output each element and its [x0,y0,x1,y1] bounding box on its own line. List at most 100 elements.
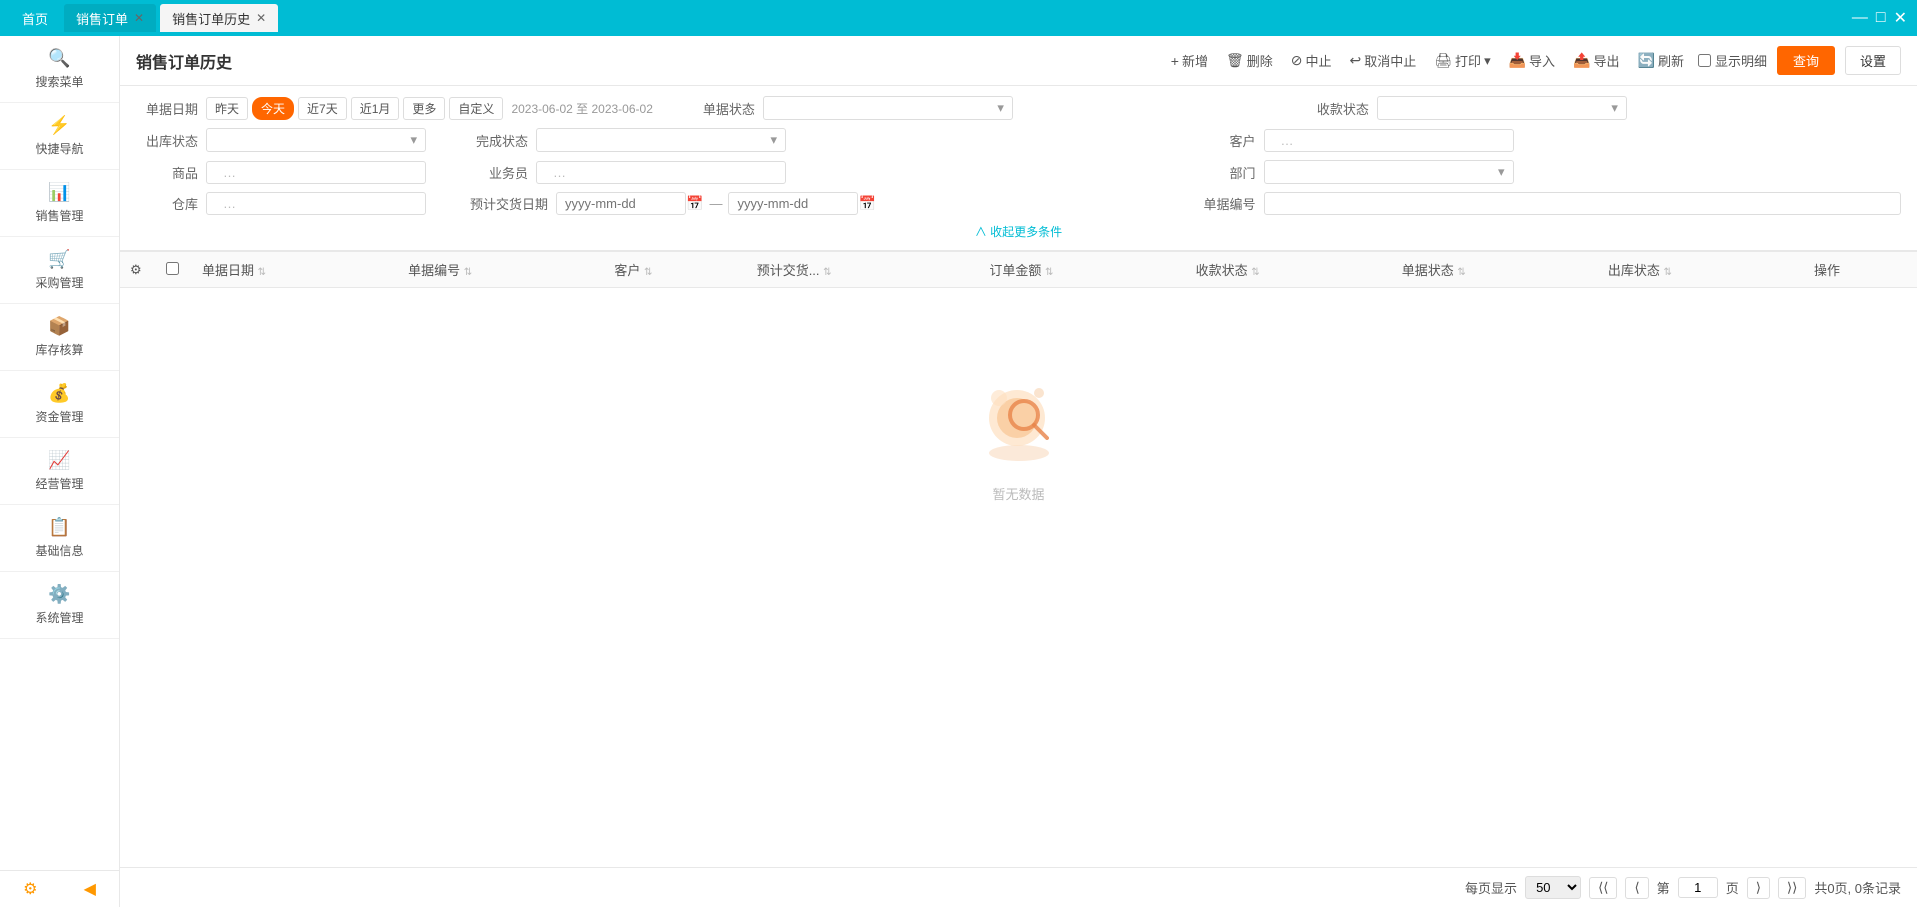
col-order-amount-sort-icon[interactable]: ⇅ [1045,267,1053,278]
col-customer-sort-icon[interactable]: ⇅ [644,267,652,278]
collapse-filters-bar[interactable]: ∧ 收起更多条件 [136,223,1901,240]
current-page-input[interactable] [1678,877,1718,898]
sidebar-item-system-mgmt[interactable]: ⚙️ 系统管理 [0,572,119,639]
date-btn-7days[interactable]: 近7天 [298,97,347,120]
col-doc-status: 单据状态 ⇅ [1392,252,1598,288]
sidebar-settings-button[interactable]: ⚙ [23,879,37,899]
col-out-status-sort-icon[interactable]: ⇅ [1664,267,1672,278]
delivery-date-separator: — [703,196,728,211]
delivery-date-end-input[interactable] [728,192,858,215]
doc-status-select[interactable]: ▾ [763,96,1013,120]
sidebar-label-purchase-mgmt: 采购管理 [35,274,83,291]
settings-button[interactable]: 设置 [1845,46,1901,75]
col-settings[interactable]: ⚙ [120,252,156,288]
doc-no-input[interactable] [1264,192,1902,215]
sales-order-history-tab[interactable]: 销售订单历史 ✕ [160,4,278,32]
filter-area: 单据日期 昨天 今天 近7天 近1月 更多 自定义 2023-06-02 至 2… [120,86,1917,251]
pagination-bar: 每页显示 10 20 50 100 ⟨⟨ ⟨ 第 页 ⟩ ⟩⟩ 共0页, 0条记… [120,867,1917,907]
empty-state: 暂无数据 [120,288,1917,583]
sidebar-item-quick-nav[interactable]: ⚡ 快捷导航 [0,103,119,170]
page-header: 销售订单历史 + 新增 🗑 删除 ⊘ 中止 ↩ 取消中止 [120,36,1917,86]
display-details-checkbox[interactable] [1698,54,1711,67]
query-button[interactable]: 查询 [1777,46,1835,75]
date-btn-1month[interactable]: 近1月 [351,97,400,120]
home-tab[interactable]: 首页 [10,5,60,32]
delete-icon: 🗑 [1226,52,1244,69]
col-receipt-status: 收款状态 ⇅ [1186,252,1392,288]
dept-select[interactable]: ▾ [1264,160,1514,184]
date-btn-yesterday[interactable]: 昨天 [206,97,248,120]
col-doc-no-sort-icon[interactable]: ⇅ [464,267,472,278]
first-page-button[interactable]: ⟨⟨ [1589,877,1617,899]
last-page-button[interactable]: ⟩⟩ [1778,877,1806,899]
per-page-select[interactable]: 10 20 50 100 [1525,876,1581,899]
date-btn-today[interactable]: 今天 [252,97,294,120]
display-details-checkbox-label[interactable]: 显示明细 [1698,51,1767,70]
prev-page-button[interactable]: ⟨ [1625,877,1648,899]
refresh-button[interactable]: 🔄 刷新 [1634,49,1688,72]
col-doc-date-label: 单据日期 [202,263,254,278]
export-button[interactable]: 📤 导出 [1569,49,1623,72]
goods-more-icon[interactable]: … [223,165,236,180]
out-status-select[interactable]: ▾ [206,128,426,152]
sidebar-item-finance[interactable]: 💰 资金管理 [0,371,119,438]
delivery-date-start-calendar-icon[interactable]: 📅 [686,195,703,212]
sales-order-history-tab-close[interactable]: ✕ [256,11,266,25]
refresh-label: 刷新 [1658,51,1684,70]
salesperson-select[interactable]: … [536,161,786,184]
purchase-mgmt-icon: 🛒 [48,249,70,270]
close-button[interactable]: ✕ [1894,8,1907,28]
new-label: 新增 [1182,51,1208,70]
complete-status-select[interactable]: ▾ [536,128,786,152]
sidebar-item-purchase-mgmt[interactable]: 🛒 采购管理 [0,237,119,304]
select-all-checkbox[interactable] [166,262,179,275]
filter-row-3: 商品 … 业务员 … 部门 ▾ [136,160,1901,184]
col-est-delivery-sort-icon[interactable]: ⇅ [823,267,831,278]
date-btn-custom[interactable]: 自定义 [449,97,503,120]
goods-select[interactable]: … [206,161,426,184]
content-area: 销售订单历史 + 新增 🗑 删除 ⊘ 中止 ↩ 取消中止 [120,36,1917,907]
delete-button[interactable]: 🗑 删除 [1222,49,1277,72]
sidebar-collapse-button[interactable]: ◀ [84,879,96,899]
delivery-date-end-calendar-icon[interactable]: 📅 [858,195,875,212]
new-button[interactable]: + 新增 [1167,49,1212,72]
sidebar-bottom: ⚙ ◀ [0,870,119,907]
search-menu-icon: 🔍 [48,48,70,69]
sidebar-item-basic-info[interactable]: 📋 基础信息 [0,505,119,572]
col-check[interactable] [156,252,192,288]
maximize-button[interactable]: □ [1876,9,1886,27]
col-doc-date-sort-icon[interactable]: ⇅ [258,267,266,278]
print-button[interactable]: 🖨 打印 ▾ [1430,49,1494,72]
col-receipt-status-sort-icon[interactable]: ⇅ [1251,267,1259,278]
print-arrow-icon: ▾ [1484,53,1491,69]
warehouse-select[interactable]: … [206,192,426,215]
col-out-status: 出库状态 ⇅ [1598,252,1804,288]
export-icon: 📤 [1573,52,1590,69]
sidebar-item-sales-mgmt[interactable]: 📊 销售管理 [0,170,119,237]
minimize-button[interactable]: — [1852,9,1868,27]
stop-button[interactable]: ⊘ 中止 [1287,49,1336,72]
sidebar-item-operations[interactable]: 📈 经营管理 [0,438,119,505]
import-button[interactable]: 📥 导入 [1505,49,1559,72]
col-doc-status-sort-icon[interactable]: ⇅ [1457,267,1465,278]
delivery-date-start-input[interactable] [556,192,686,215]
cancel-stop-button[interactable]: ↩ 取消中止 [1346,49,1421,72]
sales-order-tab-close[interactable]: ✕ [134,11,144,25]
sales-order-tab[interactable]: 销售订单 ✕ [64,4,156,32]
customer-select[interactable]: … [1264,129,1514,152]
warehouse-more-icon[interactable]: … [223,196,236,211]
total-records-text: 共0页, 0条记录 [1814,878,1901,897]
next-page-button[interactable]: ⟩ [1747,877,1770,899]
per-page-label: 每页显示 [1465,878,1517,897]
filter-row-2: 出库状态 ▾ 完成状态 ▾ 客户 … [136,128,1901,152]
sidebar-item-search-menu[interactable]: 🔍 搜索菜单 [0,36,119,103]
sidebar-label-basic-info: 基础信息 [35,542,83,559]
sidebar: 🔍 搜索菜单 ⚡ 快捷导航 📊 销售管理 🛒 采购管理 📦 库存核算 💰 资金管… [0,36,120,907]
customer-more-icon[interactable]: … [1281,133,1294,148]
finance-icon: 💰 [48,383,70,404]
salesperson-more-icon[interactable]: … [553,165,566,180]
receipt-status-select[interactable]: ▾ [1377,96,1627,120]
sidebar-item-inventory[interactable]: 📦 库存核算 [0,304,119,371]
sidebar-label-inventory: 库存核算 [35,341,83,358]
date-btn-more[interactable]: 更多 [403,97,445,120]
